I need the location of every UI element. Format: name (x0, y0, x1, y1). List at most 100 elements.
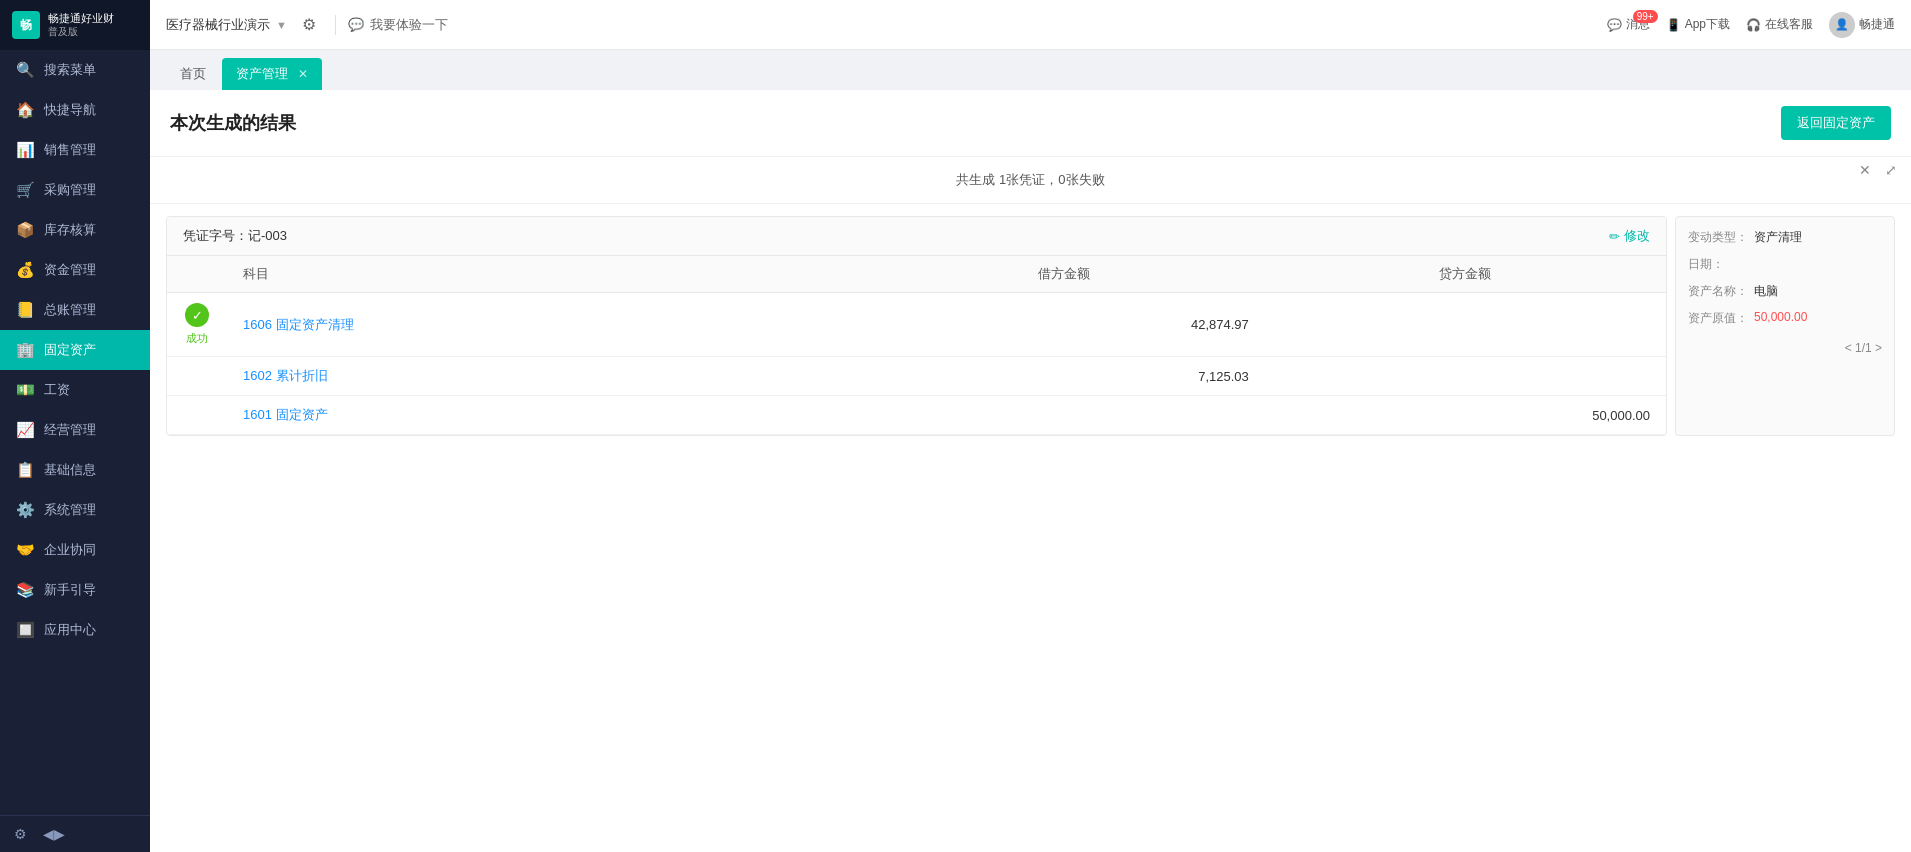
collapse-icon[interactable]: ◀▶ (43, 826, 65, 842)
side-original-label: 资产原值： (1688, 310, 1748, 327)
sidebar-item-label: 经营管理 (44, 421, 96, 439)
sidebar-item-label: 固定资产 (44, 341, 96, 359)
ledger-icon: 📒 (16, 301, 34, 319)
summary-text: 共生成 1张凭证，0张失败 (956, 172, 1104, 187)
sidebar-item-label: 新手引导 (44, 581, 96, 599)
sidebar-item-basic-info[interactable]: 📋 基础信息 (0, 450, 150, 490)
online-service-label: 在线客服 (1765, 16, 1813, 33)
app-download-label: App下载 (1685, 16, 1730, 33)
sidebar-item-ledger[interactable]: 📒 总账管理 (0, 290, 150, 330)
return-button[interactable]: 返回固定资产 (1781, 106, 1891, 140)
sidebar-item-system[interactable]: ⚙️ 系统管理 (0, 490, 150, 530)
cooperation-icon: 🤝 (16, 541, 34, 559)
voucher-header: 凭证字号：记-003 ✏ 修改 (167, 217, 1666, 256)
sidebar-item-label: 销售管理 (44, 141, 96, 159)
side-name-value: 电脑 (1754, 283, 1778, 300)
app-download-icon: 📱 (1666, 18, 1681, 32)
panel-controls: ✕ ⤢ (1845, 150, 1911, 190)
home-icon: 🏠 (16, 101, 34, 119)
summary-row: 共生成 1张凭证，0张失败 (150, 157, 1911, 204)
online-service-button[interactable]: 🎧 在线客服 (1746, 16, 1813, 33)
expand-panel-button[interactable]: ⤢ (1879, 158, 1903, 182)
sidebar-item-label: 基础信息 (44, 461, 96, 479)
row-credit: 50,000.00 (1265, 396, 1666, 435)
try-button[interactable]: 💬 我要体验一下 (348, 16, 448, 34)
side-pagination[interactable]: < 1/1 > (1688, 341, 1882, 355)
tab-asset-mgmt[interactable]: 资产管理 ✕ (222, 58, 322, 90)
sidebar-item-search[interactable]: 🔍 搜索菜单 (0, 50, 150, 90)
topbar-divider (335, 15, 336, 35)
sidebar-item-operations[interactable]: 📈 经营管理 (0, 410, 150, 450)
sidebar-item-purchase[interactable]: 🛒 采购管理 (0, 170, 150, 210)
close-icon: ✕ (1859, 162, 1871, 178)
success-label: 成功 (186, 331, 208, 346)
success-icon: ✓ (185, 303, 209, 327)
row-status-cell (167, 396, 227, 435)
content-area: ✕ ⤢ 本次生成的结果 返回固定资产 共生成 1张凭证，0张失败 凭证字号：记-… (150, 90, 1911, 852)
close-panel-button[interactable]: ✕ (1853, 158, 1877, 182)
side-name-row: 资产名称： 电脑 (1688, 283, 1882, 300)
side-date-label: 日期： (1688, 256, 1724, 273)
voucher-table: 科目 借方金额 贷方金额 ✓ 成功 (167, 256, 1666, 435)
sidebar-item-guide[interactable]: 📚 新手引导 (0, 570, 150, 610)
search-icon: 🔍 (16, 61, 34, 79)
sidebar: 畅 畅捷通好业财 普及版 🔍 搜索菜单 🏠 快捷导航 📊 销售管理 🛒 采购管理… (0, 0, 150, 852)
sidebar-item-inventory[interactable]: 📦 库存核算 (0, 210, 150, 250)
main-area: 医疗器械行业演示 ▼ ⚙ 💬 我要体验一下 💬 消息 99+ 📱 App下载 🎧… (150, 0, 1911, 852)
side-original-value: 50,000.00 (1754, 310, 1807, 327)
sidebar-item-label: 库存核算 (44, 221, 96, 239)
sidebar-item-sales[interactable]: 📊 销售管理 (0, 130, 150, 170)
row-debit (864, 396, 1265, 435)
company-selector[interactable]: 医疗器械行业演示 ▼ (166, 16, 287, 34)
sidebar-item-app-center[interactable]: 🔲 应用中心 (0, 610, 150, 650)
headset-icon: 🎧 (1746, 18, 1761, 32)
sidebar-item-cooperation[interactable]: 🤝 企业协同 (0, 530, 150, 570)
side-name-label: 资产名称： (1688, 283, 1748, 300)
row-credit (1265, 357, 1666, 396)
side-date-row: 日期： (1688, 256, 1882, 273)
guide-icon: 📚 (16, 581, 34, 599)
company-name: 医疗器械行业演示 (166, 16, 270, 34)
sidebar-item-label: 企业协同 (44, 541, 96, 559)
table-row: 1601 固定资产 50,000.00 (167, 396, 1666, 435)
tab-close-icon[interactable]: ✕ (298, 67, 308, 81)
table-row: ✓ 成功 1606 固定资产清理 42,874.97 (167, 293, 1666, 357)
page-header: 本次生成的结果 返回固定资产 (150, 90, 1911, 157)
tabbar: 首页 资产管理 ✕ (150, 50, 1911, 90)
message-button[interactable]: 💬 消息 99+ (1607, 16, 1650, 33)
voucher-side-panel: 变动类型： 资产清理 日期： 资产名称： 电脑 资产原值： 50,000.00 … (1675, 216, 1895, 436)
side-type-row: 变动类型： 资产清理 (1688, 229, 1882, 246)
tab-home[interactable]: 首页 (166, 58, 220, 90)
col-status (167, 256, 227, 293)
sidebar-item-payroll[interactable]: 💵 工资 (0, 370, 150, 410)
avatar: 👤 (1829, 12, 1855, 38)
sidebar-item-label: 搜索菜单 (44, 61, 96, 79)
sidebar-item-quick-nav[interactable]: 🏠 快捷导航 (0, 90, 150, 130)
col-credit: 贷方金额 (1265, 256, 1666, 293)
side-type-value: 资产清理 (1754, 229, 1802, 246)
edit-button[interactable]: ✏ 修改 (1609, 227, 1650, 245)
purchase-icon: 🛒 (16, 181, 34, 199)
sidebar-item-fixed-assets[interactable]: 🏢 固定资产 (0, 330, 150, 370)
user-button[interactable]: 👤 畅捷通 (1829, 12, 1895, 38)
finance-icon: 💰 (16, 261, 34, 279)
settings-bottom-icon[interactable]: ⚙ (14, 826, 27, 842)
logo-title: 畅捷通好业财 (48, 11, 114, 25)
username-label: 畅捷通 (1859, 16, 1895, 33)
edit-icon: ✏ (1609, 229, 1620, 244)
edit-label: 修改 (1624, 227, 1650, 245)
try-label: 我要体验一下 (370, 16, 448, 34)
row-status-cell: ✓ 成功 (167, 293, 227, 357)
sidebar-item-label: 采购管理 (44, 181, 96, 199)
topbar-settings-button[interactable]: ⚙ (295, 11, 323, 39)
row-subject: 1601 固定资产 (227, 396, 864, 435)
sales-icon: 📊 (16, 141, 34, 159)
sidebar-item-finance[interactable]: 💰 资金管理 (0, 250, 150, 290)
col-debit: 借方金额 (864, 256, 1265, 293)
sidebar-item-label: 资金管理 (44, 261, 96, 279)
app-center-icon: 🔲 (16, 621, 34, 639)
operations-icon: 📈 (16, 421, 34, 439)
app-download-button[interactable]: 📱 App下载 (1666, 16, 1730, 33)
page-title: 本次生成的结果 (170, 111, 296, 135)
voucher-area: 凭证字号：记-003 ✏ 修改 科目 借方金额 贷方金额 (150, 204, 1911, 436)
